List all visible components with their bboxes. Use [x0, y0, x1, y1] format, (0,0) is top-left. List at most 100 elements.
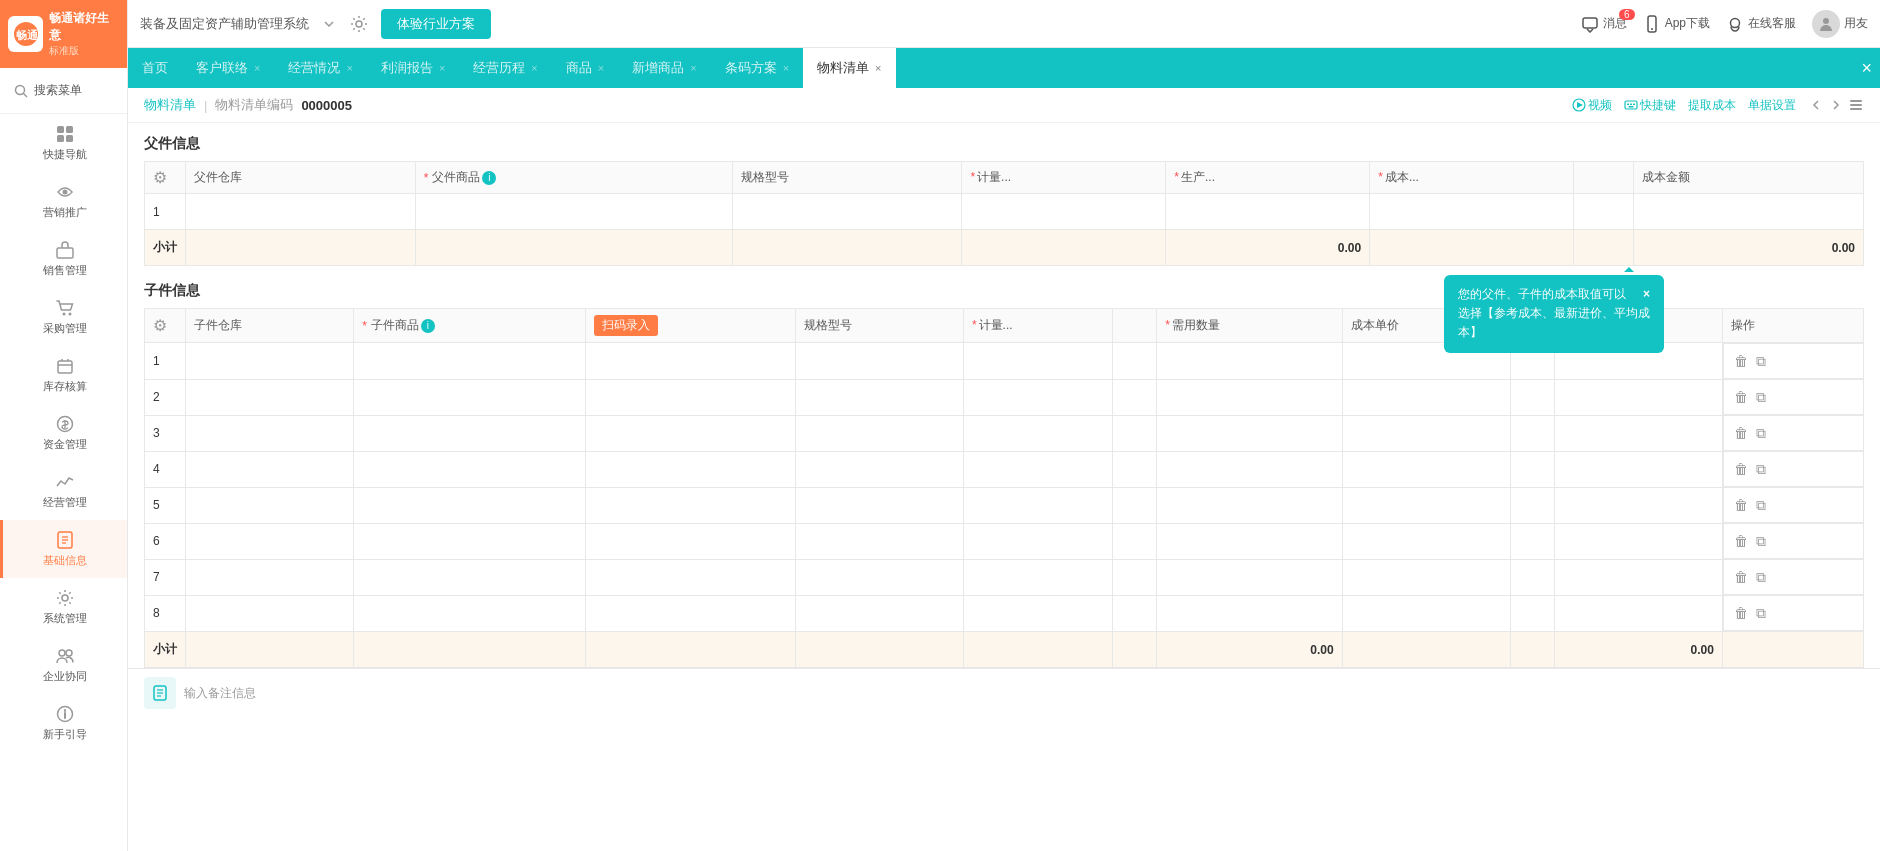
tab-goods-close[interactable]: ×: [598, 62, 604, 74]
sidebar-item-inventory[interactable]: 库存核算: [0, 346, 127, 404]
tab-business[interactable]: 经营情况 ×: [274, 48, 366, 88]
parent-goods-info-icon[interactable]: i: [482, 171, 496, 185]
sidebar-item-operations[interactable]: 经营管理: [0, 462, 127, 520]
tab-barcode-close[interactable]: ×: [783, 62, 789, 74]
sidebar-item-marketing[interactable]: 营销推广: [0, 172, 127, 230]
tab-new-goods[interactable]: 新增商品 ×: [618, 48, 710, 88]
parent-cell-cost[interactable]: [1370, 194, 1574, 230]
tab-business-close[interactable]: ×: [346, 62, 352, 74]
svg-rect-37: [1850, 108, 1862, 110]
gear-icon[interactable]: ⚙: [153, 169, 167, 186]
delete-btn-2[interactable]: 🗑: [1732, 387, 1750, 407]
parent-subtotal-label: 小计: [145, 230, 186, 266]
delete-btn-4[interactable]: 🗑: [1732, 459, 1750, 479]
user-btn[interactable]: 用友: [1812, 10, 1868, 38]
action-video[interactable]: 视频: [1572, 97, 1612, 114]
online-service-btn[interactable]: 在线客服: [1726, 15, 1796, 33]
child-col-scan: 扫码录入: [586, 309, 796, 343]
delete-btn-6[interactable]: 🗑: [1732, 531, 1750, 551]
child-gear-icon[interactable]: ⚙: [153, 317, 167, 334]
svg-point-11: [69, 313, 72, 316]
copy-btn-3[interactable]: ⧉: [1754, 423, 1768, 444]
app-logo[interactable]: 畅通 畅通诸好生意 标准版: [0, 0, 127, 68]
tab-customer[interactable]: 客户联络 ×: [182, 48, 274, 88]
copy-btn-4[interactable]: ⧉: [1754, 459, 1768, 480]
tab-bom-close[interactable]: ×: [875, 62, 881, 74]
tab-bar-close[interactable]: ×: [1861, 58, 1872, 79]
new-guide-icon: [55, 704, 75, 724]
sidebar-item-basic-info[interactable]: 基础信息: [0, 520, 127, 578]
action-extract-cost[interactable]: 提取成本: [1688, 97, 1736, 114]
dropdown-arrow-icon[interactable]: [321, 16, 337, 32]
settings-icon[interactable]: [349, 14, 369, 34]
breadcrumb-bom[interactable]: 物料清单: [144, 96, 196, 114]
main-content: 装备及固定资产辅助管理系统 体验行业方案 消息 6 App下载 在线客服: [128, 0, 1880, 851]
list-view-icon[interactable]: [1848, 97, 1864, 113]
next-arrow-icon[interactable]: [1828, 97, 1844, 113]
child-cell-goods-1[interactable]: [354, 343, 586, 380]
child-table: ⚙ 子件仓库 *子件商品 i 扫码录入 规格型号: [144, 308, 1864, 668]
child-cell-ops-1: 🗑 ⧉: [1723, 343, 1864, 379]
svg-rect-33: [1633, 104, 1635, 106]
action-single-setting[interactable]: 单据设置: [1748, 97, 1796, 114]
copy-btn-8[interactable]: ⧉: [1754, 603, 1768, 624]
tab-history-close[interactable]: ×: [531, 62, 537, 74]
copy-btn-1[interactable]: ⧉: [1754, 351, 1768, 372]
delete-btn-7[interactable]: 🗑: [1732, 567, 1750, 587]
parent-section-title: 父件信息: [144, 135, 1864, 153]
delete-btn-8[interactable]: 🗑: [1732, 603, 1750, 623]
experience-btn[interactable]: 体验行业方案: [381, 9, 491, 39]
sidebar-item-enterprise[interactable]: 企业协同: [0, 636, 127, 694]
child-cell-warehouse-2[interactable]: [186, 379, 354, 415]
tab-home[interactable]: 首页: [128, 48, 182, 88]
delete-btn-3[interactable]: 🗑: [1732, 423, 1750, 443]
tab-barcode[interactable]: 条码方案 ×: [711, 48, 803, 88]
app-download-btn[interactable]: App下载: [1643, 15, 1710, 33]
sidebar-item-system[interactable]: 系统管理: [0, 578, 127, 636]
child-cell-warehouse-1[interactable]: [186, 343, 354, 380]
svg-rect-7: [66, 135, 73, 142]
tab-goods[interactable]: 商品 ×: [552, 48, 618, 88]
child-cell-unit-1[interactable]: [963, 343, 1112, 380]
delete-btn-1[interactable]: 🗑: [1732, 351, 1750, 371]
prev-arrow-icon[interactable]: [1808, 97, 1824, 113]
tooltip-close-btn[interactable]: ×: [1643, 285, 1650, 304]
child-col-unit: *计量...: [963, 309, 1112, 343]
child-cell-spec-1[interactable]: [795, 343, 963, 380]
parent-table-header: ⚙ 父件仓库 *父件商品 i 规格型号 *计量... *生产... *成本..: [145, 162, 1864, 194]
sidebar-item-finance[interactable]: 资金管理: [0, 404, 127, 462]
enterprise-icon: [55, 646, 75, 666]
bottom-icon-btn[interactable]: [144, 677, 176, 709]
child-goods-info-icon[interactable]: i: [421, 319, 435, 333]
headset-icon: [1726, 15, 1744, 33]
child-cell-goods-2[interactable]: [354, 379, 586, 415]
parent-cell-unit[interactable]: [962, 194, 1166, 230]
delete-btn-5[interactable]: 🗑: [1732, 495, 1750, 515]
copy-btn-6[interactable]: ⧉: [1754, 531, 1768, 552]
sidebar-item-new-guide[interactable]: 新手引导: [0, 694, 127, 752]
child-cell-qty-1[interactable]: [1157, 343, 1342, 380]
copy-btn-7[interactable]: ⧉: [1754, 567, 1768, 588]
message-btn[interactable]: 消息 6: [1581, 15, 1627, 33]
sidebar-item-quick-nav[interactable]: 快捷导航: [0, 114, 127, 172]
parent-col-unit: *计量...: [962, 162, 1166, 194]
action-shortcut[interactable]: 快捷键: [1624, 97, 1676, 114]
copy-btn-2[interactable]: ⧉: [1754, 387, 1768, 408]
parent-cell-spec[interactable]: [732, 194, 962, 230]
sidebar-item-purchase[interactable]: 采购管理: [0, 288, 127, 346]
sidebar-item-sales[interactable]: 销售管理: [0, 230, 127, 288]
tab-bom[interactable]: 物料清单 ×: [803, 48, 895, 88]
parent-cell-goods[interactable]: [415, 194, 732, 230]
search-menu-btn[interactable]: 搜索菜单: [6, 76, 121, 105]
tab-profit[interactable]: 利润报告 ×: [367, 48, 459, 88]
copy-btn-5[interactable]: ⧉: [1754, 495, 1768, 516]
parent-cell-warehouse[interactable]: [186, 194, 416, 230]
parent-cell-production[interactable]: [1166, 194, 1370, 230]
tab-customer-close[interactable]: ×: [254, 62, 260, 74]
tab-history[interactable]: 经营历程 ×: [459, 48, 551, 88]
tab-profit-close[interactable]: ×: [439, 62, 445, 74]
parent-row-num: 1: [145, 194, 186, 230]
scan-input-btn[interactable]: 扫码录入: [594, 315, 658, 336]
tab-new-goods-close[interactable]: ×: [690, 62, 696, 74]
parent-col-cost: *成本...: [1370, 162, 1574, 194]
